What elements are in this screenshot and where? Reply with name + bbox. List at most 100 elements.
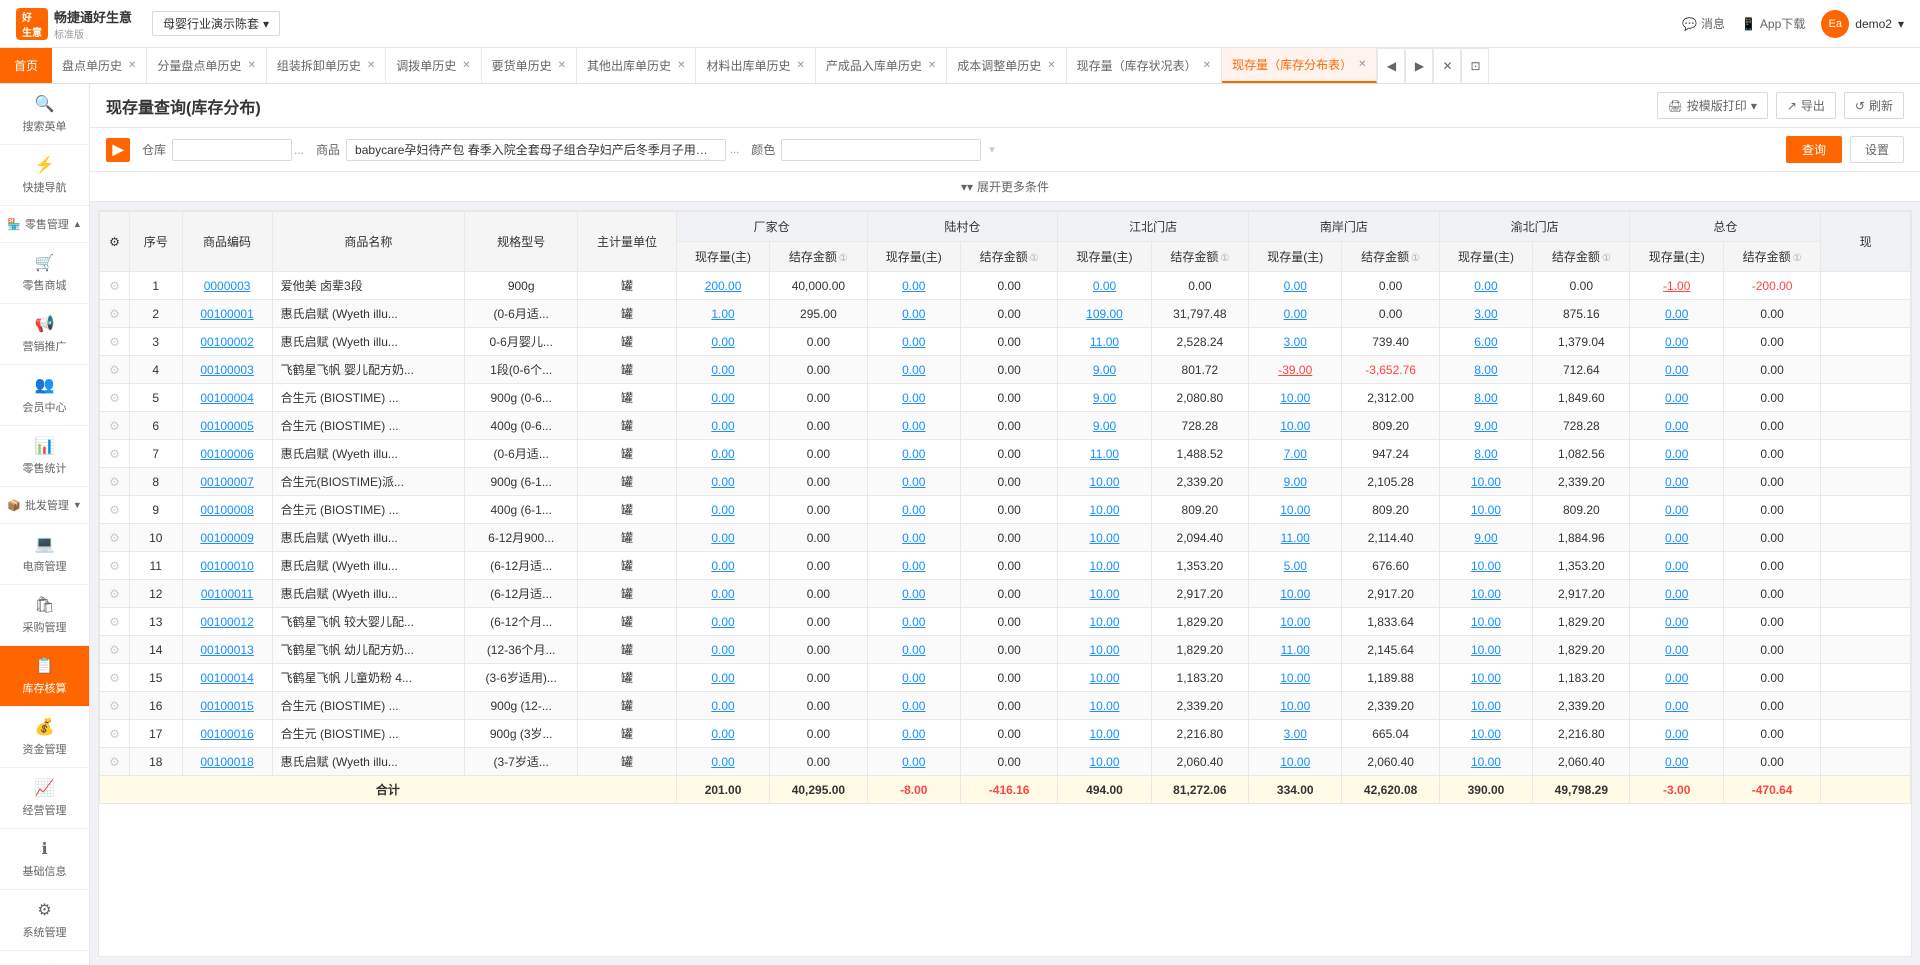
cell-yb-qty[interactable]: 10.00 <box>1439 552 1532 580</box>
cell-jb-qty[interactable]: 10.00 <box>1058 636 1151 664</box>
cell-code[interactable]: 00100007 <box>182 468 272 496</box>
cell-settings[interactable]: ⚙ <box>100 608 130 636</box>
cell-na-qty[interactable]: 9.00 <box>1249 468 1342 496</box>
cell-tot-qty[interactable]: 0.00 <box>1630 328 1723 356</box>
cell-tot-qty[interactable]: 0.00 <box>1630 580 1723 608</box>
cell-cj-qty[interactable]: 200.00 <box>676 272 769 300</box>
cell-lc-qty[interactable]: 0.00 <box>867 272 960 300</box>
cell-cj-qty[interactable]: 0.00 <box>676 412 769 440</box>
tab-cost-adjust[interactable]: 成本调整单历史 ✕ <box>947 48 1066 83</box>
cell-code[interactable]: 00100006 <box>182 440 272 468</box>
cell-na-qty[interactable]: 10.00 <box>1249 692 1342 720</box>
cell-cj-qty[interactable]: 0.00 <box>676 328 769 356</box>
sidebar-item-wholesale[interactable]: 📦 批发管理 ▼ <box>0 487 89 524</box>
cell-settings[interactable]: ⚙ <box>100 748 130 776</box>
cell-code[interactable]: 00100009 <box>182 524 272 552</box>
cell-settings[interactable]: ⚙ <box>100 440 130 468</box>
cell-tot-qty[interactable]: 0.00 <box>1630 468 1723 496</box>
cell-lc-qty[interactable]: 0.00 <box>867 636 960 664</box>
row-settings-icon[interactable]: ⚙ <box>109 643 120 657</box>
cell-tot-qty[interactable]: -1.00 <box>1630 272 1723 300</box>
tab-stock-status[interactable]: 现存量（库存状况表） ✕ <box>1067 48 1222 83</box>
cell-tot-qty[interactable]: 0.00 <box>1630 384 1723 412</box>
th-settings[interactable]: ⚙ <box>100 212 130 272</box>
row-settings-icon[interactable]: ⚙ <box>109 755 120 769</box>
cell-code[interactable]: 00100003 <box>182 356 272 384</box>
cell-na-qty[interactable]: 5.00 <box>1249 552 1342 580</box>
cell-lc-qty[interactable]: 0.00 <box>867 720 960 748</box>
row-settings-icon[interactable]: ⚙ <box>109 363 120 377</box>
warehouse-dots[interactable]: ... <box>294 143 304 157</box>
tab-requisition[interactable]: 要货单历史 ✕ <box>482 48 577 83</box>
cell-code[interactable]: 00100004 <box>182 384 272 412</box>
sidebar-item-basic[interactable]: ℹ 基础信息 <box>0 829 89 890</box>
cell-code[interactable]: 00100002 <box>182 328 272 356</box>
close-icon[interactable]: ✕ <box>1047 60 1055 71</box>
tab-prev-btn[interactable]: ◀ <box>1377 48 1405 84</box>
row-settings-icon[interactable]: ⚙ <box>109 279 120 293</box>
cell-cj-qty[interactable]: 0.00 <box>676 468 769 496</box>
tab-other-out[interactable]: 其他出库单历史 ✕ <box>577 48 696 83</box>
sidebar-item-enterprise[interactable]: 🤝 企业协同 <box>0 951 89 965</box>
expand-conditions-btn[interactable]: ▾▾ 展开更多条件 <box>106 178 1904 195</box>
cell-code[interactable]: 0000003 <box>182 272 272 300</box>
row-settings-icon[interactable]: ⚙ <box>109 447 120 461</box>
cell-settings[interactable]: ⚙ <box>100 524 130 552</box>
close-icon[interactable]: ✕ <box>367 60 375 71</box>
cell-tot-qty[interactable]: 0.00 <box>1630 748 1723 776</box>
cell-cj-qty[interactable]: 1.00 <box>676 300 769 328</box>
cell-lc-qty[interactable]: 0.00 <box>867 300 960 328</box>
cell-tot-qty[interactable]: 0.00 <box>1630 636 1723 664</box>
close-icon[interactable]: ✕ <box>462 60 470 71</box>
sidebar-item-operations[interactable]: 📈 经营管理 <box>0 768 89 829</box>
cell-jb-qty[interactable]: 109.00 <box>1058 300 1151 328</box>
cell-cj-qty[interactable]: 0.00 <box>676 692 769 720</box>
cell-cj-qty[interactable]: 0.00 <box>676 748 769 776</box>
cell-code[interactable]: 00100011 <box>182 580 272 608</box>
cell-yb-qty[interactable]: 10.00 <box>1439 664 1532 692</box>
cell-na-qty[interactable]: 3.00 <box>1249 328 1342 356</box>
cell-jb-qty[interactable]: 9.00 <box>1058 412 1151 440</box>
cell-yb-qty[interactable]: 10.00 <box>1439 608 1532 636</box>
cell-code[interactable]: 00100015 <box>182 692 272 720</box>
cell-jb-qty[interactable]: 0.00 <box>1058 272 1151 300</box>
cell-lc-qty[interactable]: 0.00 <box>867 692 960 720</box>
cell-tot-qty[interactable]: 0.00 <box>1630 664 1723 692</box>
cell-jb-qty[interactable]: 11.00 <box>1058 440 1151 468</box>
cell-cj-qty[interactable]: 0.00 <box>676 636 769 664</box>
sidebar-item-retail[interactable]: 🏪 零售管理 ▲ <box>0 206 89 243</box>
sidebar-item-finance[interactable]: 💰 资金管理 <box>0 707 89 768</box>
cell-na-qty[interactable]: 10.00 <box>1249 748 1342 776</box>
row-settings-icon[interactable]: ⚙ <box>109 475 120 489</box>
row-settings-icon[interactable]: ⚙ <box>109 727 120 741</box>
cell-yb-qty[interactable]: 6.00 <box>1439 328 1532 356</box>
cell-jb-qty[interactable]: 9.00 <box>1058 356 1151 384</box>
cell-cj-qty[interactable]: 0.00 <box>676 440 769 468</box>
close-icon[interactable]: ✕ <box>1203 60 1211 71</box>
cell-lc-qty[interactable]: 0.00 <box>867 552 960 580</box>
cell-settings[interactable]: ⚙ <box>100 580 130 608</box>
cell-jb-qty[interactable]: 10.00 <box>1058 720 1151 748</box>
tab-product-in[interactable]: 产成品入库单历史 ✕ <box>816 48 947 83</box>
tab-stock-dist[interactable]: 现存量（库存分布表） ✕ <box>1222 48 1377 83</box>
tab-material-out[interactable]: 材料出库单历史 ✕ <box>696 48 815 83</box>
refresh-btn[interactable]: ↺ 刷新 <box>1844 92 1904 119</box>
cell-settings[interactable]: ⚙ <box>100 552 130 580</box>
cell-lc-qty[interactable]: 0.00 <box>867 524 960 552</box>
cell-yb-qty[interactable]: 10.00 <box>1439 636 1532 664</box>
close-icon[interactable]: ✕ <box>1358 59 1366 70</box>
cell-na-qty[interactable]: 0.00 <box>1249 300 1342 328</box>
cell-code[interactable]: 00100008 <box>182 496 272 524</box>
cell-lc-qty[interactable]: 0.00 <box>867 384 960 412</box>
cell-code[interactable]: 00100012 <box>182 608 272 636</box>
close-icon[interactable]: ✕ <box>128 60 136 71</box>
tab-inventory-single[interactable]: 盘点单历史 ✕ <box>52 48 147 83</box>
cell-yb-qty[interactable]: 10.00 <box>1439 748 1532 776</box>
cell-code[interactable]: 00100005 <box>182 412 272 440</box>
cell-tot-qty[interactable]: 0.00 <box>1630 496 1723 524</box>
cell-na-qty[interactable]: 10.00 <box>1249 580 1342 608</box>
sidebar-item-retail-stats[interactable]: 📊 零售统计 <box>0 426 89 487</box>
cell-settings[interactable]: ⚙ <box>100 356 130 384</box>
cell-tot-qty[interactable]: 0.00 <box>1630 720 1723 748</box>
color-input[interactable] <box>781 139 981 161</box>
